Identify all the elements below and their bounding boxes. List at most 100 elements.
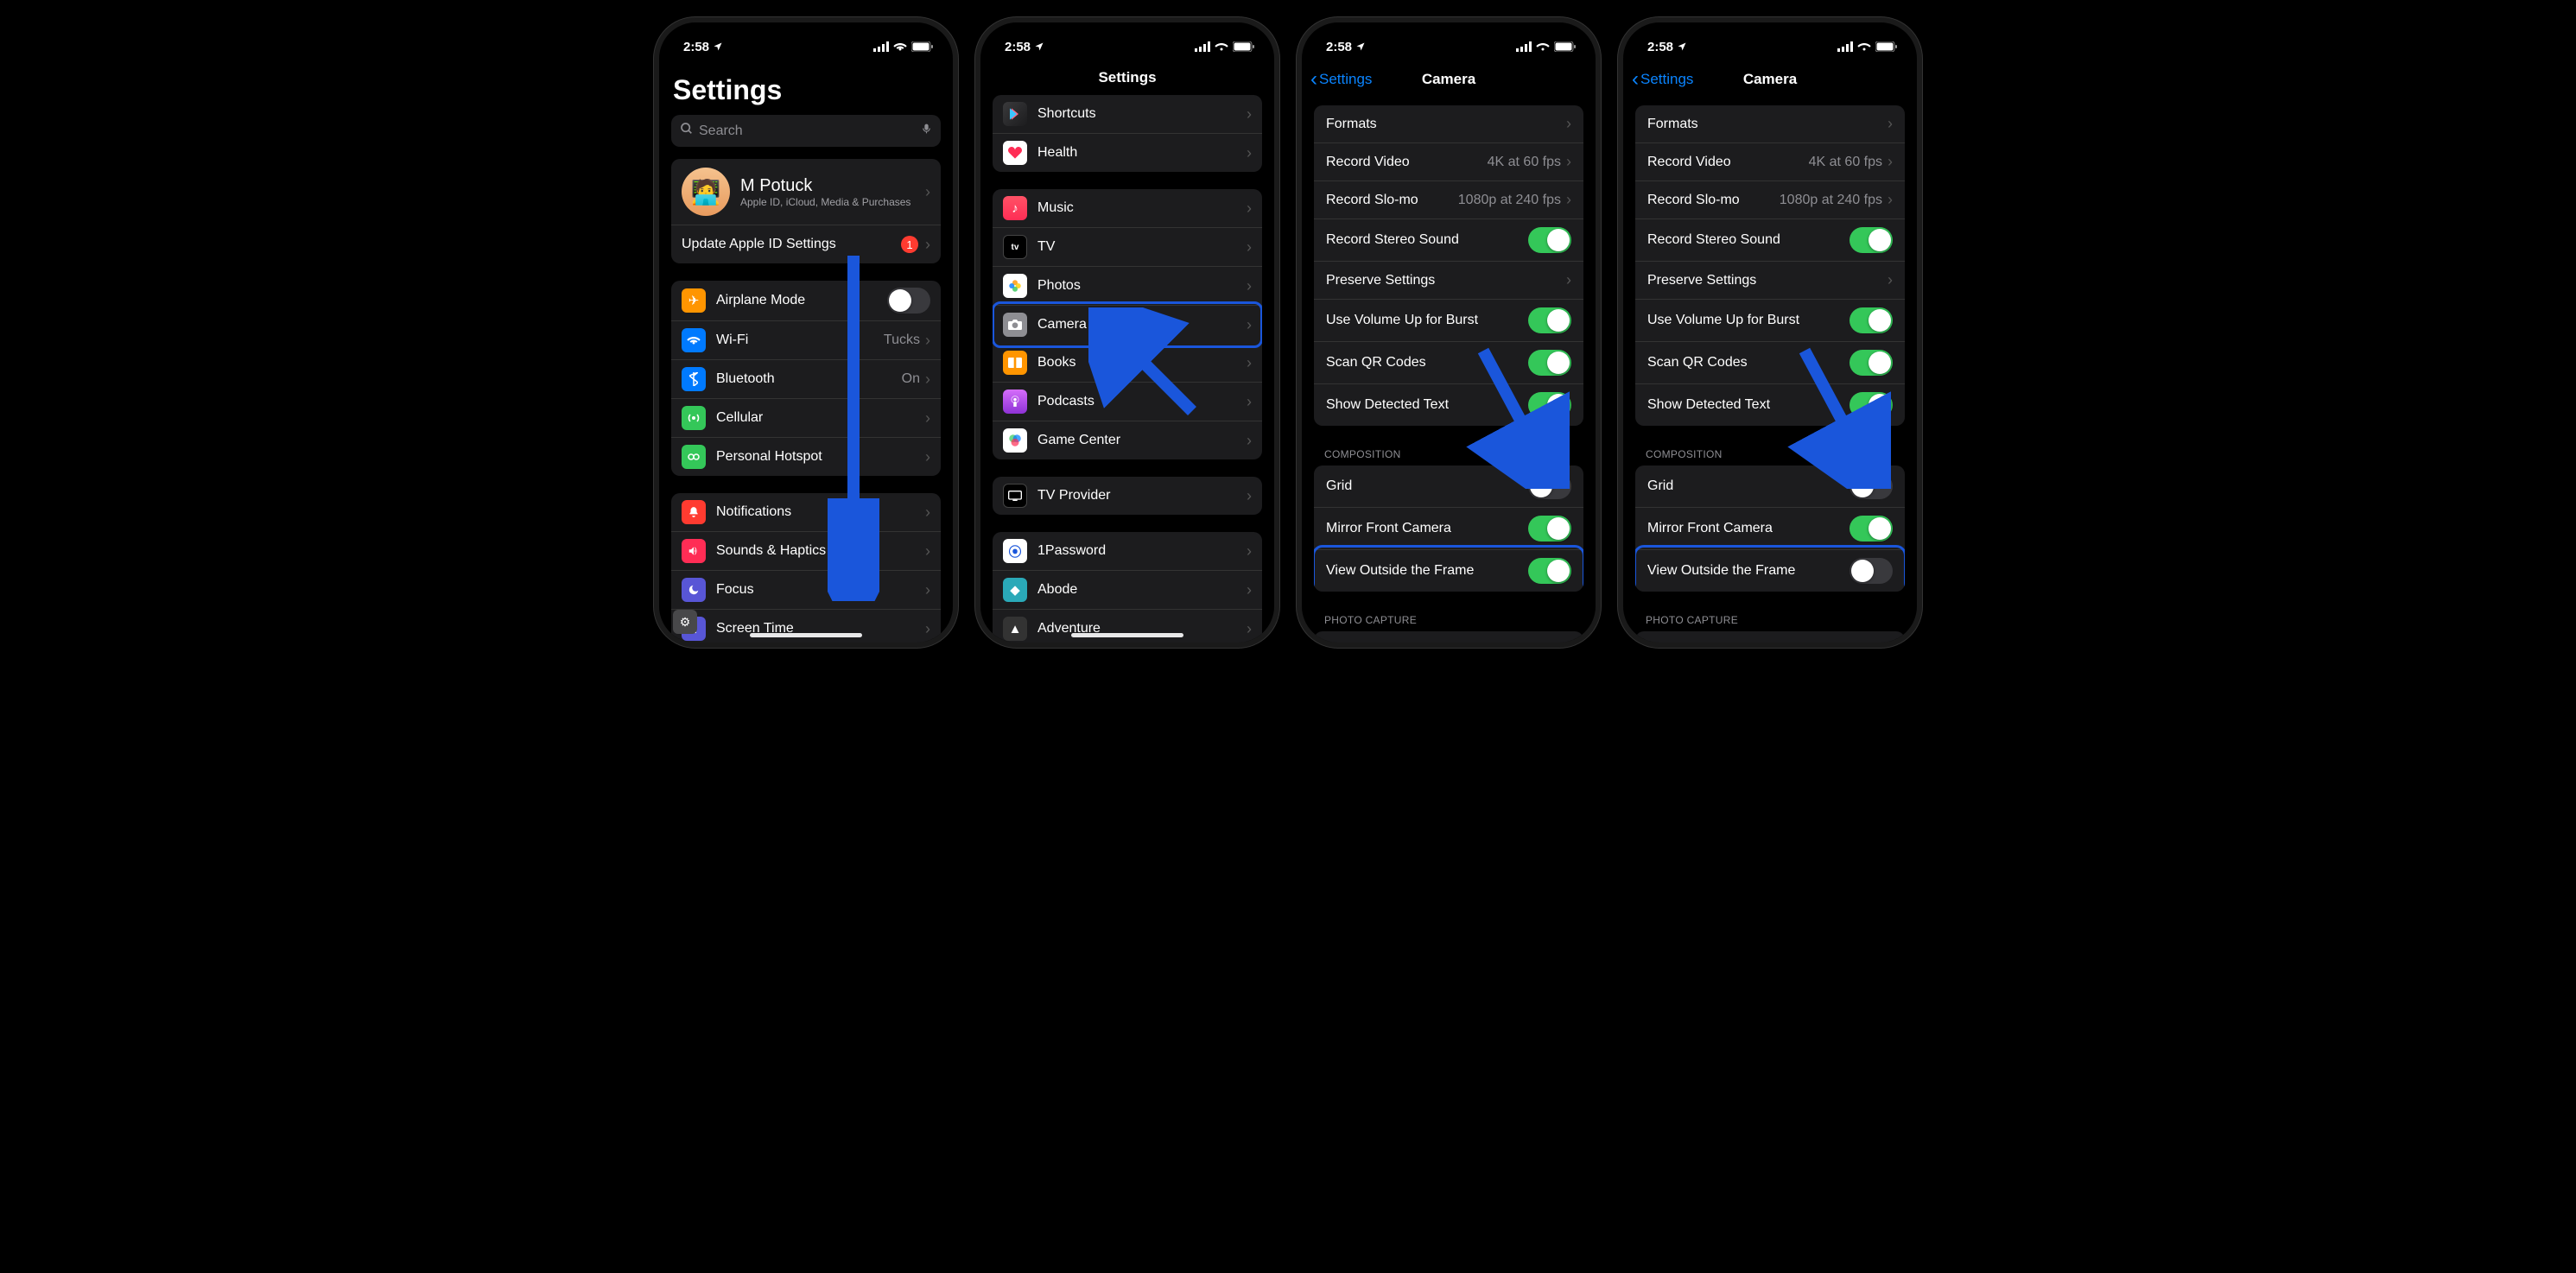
- detected-text-toggle[interactable]: [1850, 392, 1893, 418]
- grid-row[interactable]: Grid: [1314, 466, 1583, 508]
- volume-burst-row[interactable]: Use Volume Up for Burst: [1635, 300, 1905, 342]
- detected-text-toggle[interactable]: [1528, 392, 1571, 418]
- chevron-right-icon: ›: [1247, 354, 1252, 372]
- stereo-toggle[interactable]: [1528, 227, 1571, 253]
- chevron-right-icon: ›: [1247, 277, 1252, 295]
- detected-text-row[interactable]: Show Detected Text: [1314, 384, 1583, 426]
- battery-icon: [1875, 41, 1898, 52]
- wifi-icon: [682, 328, 706, 352]
- row-label: 1Password: [1037, 543, 1247, 559]
- airplane-toggle[interactable]: [887, 288, 930, 314]
- sounds-row[interactable]: Sounds & Haptics ›: [671, 532, 941, 571]
- notch: [1701, 22, 1839, 47]
- chevron-right-icon: ›: [925, 504, 930, 522]
- cellular-icon: [1195, 41, 1210, 52]
- volume-burst-toggle[interactable]: [1850, 307, 1893, 333]
- focus-row[interactable]: Focus ›: [671, 571, 941, 610]
- scan-qr-toggle[interactable]: [1850, 350, 1893, 376]
- chevron-right-icon: ›: [925, 236, 930, 254]
- chevron-right-icon: ›: [1247, 542, 1252, 560]
- record-slomo-row[interactable]: Record Slo-mo1080p at 240 fps›: [1314, 181, 1583, 219]
- view-outside-toggle[interactable]: [1850, 558, 1893, 584]
- grid-toggle[interactable]: [1850, 473, 1893, 499]
- stereo-toggle[interactable]: [1850, 227, 1893, 253]
- scan-qr-row[interactable]: Scan QR Codes: [1635, 342, 1905, 384]
- battery-icon: [1233, 41, 1255, 52]
- volume-burst-toggle[interactable]: [1528, 307, 1571, 333]
- row-label: Shortcuts: [1037, 106, 1247, 122]
- app-row[interactable]: ⦿ 1Password ›: [993, 532, 1262, 571]
- scan-qr-toggle[interactable]: [1528, 350, 1571, 376]
- cellular-icon: [1516, 41, 1532, 52]
- mirror-toggle[interactable]: [1850, 516, 1893, 542]
- detected-text-row[interactable]: Show Detected Text: [1635, 384, 1905, 426]
- home-indicator[interactable]: [750, 633, 862, 637]
- airplane-mode-row[interactable]: ✈︎ Airplane Mode: [671, 281, 941, 321]
- row-label: Mirror Front Camera: [1647, 521, 1850, 536]
- capture-header: PHOTO CAPTURE: [1623, 609, 1917, 631]
- health-row[interactable]: Health ›: [993, 134, 1262, 172]
- row-detail: Tucks: [884, 332, 920, 348]
- row-label: Photos: [1037, 278, 1247, 294]
- view-outside-frame-row[interactable]: View Outside the Frame: [1314, 550, 1583, 592]
- podcasts-row[interactable]: Podcasts ›: [993, 383, 1262, 421]
- formats-row[interactable]: Formats›: [1314, 105, 1583, 143]
- preserve-row[interactable]: Preserve Settings›: [1635, 262, 1905, 300]
- row-label: Scan QR Codes: [1326, 355, 1528, 370]
- books-row[interactable]: Books ›: [993, 344, 1262, 383]
- volume-burst-row[interactable]: Use Volume Up for Burst: [1314, 300, 1583, 342]
- notifications-row[interactable]: Notifications ›: [671, 493, 941, 532]
- nav-title: Camera: [1422, 71, 1475, 88]
- chevron-right-icon: ›: [925, 542, 930, 560]
- bluetooth-row[interactable]: Bluetooth On ›: [671, 360, 941, 399]
- row-label: Preserve Settings: [1647, 273, 1888, 288]
- camera-row[interactable]: Camera ›: [993, 306, 1262, 344]
- home-indicator[interactable]: [1071, 633, 1183, 637]
- tv-row[interactable]: tv TV ›: [993, 228, 1262, 267]
- wifi-row[interactable]: Wi-Fi Tucks ›: [671, 321, 941, 360]
- photographic-styles-row[interactable]: Photographic Styles: [1635, 631, 1905, 643]
- app-row[interactable]: ▲ Adventure ›: [993, 610, 1262, 643]
- preserve-row[interactable]: Preserve Settings›: [1314, 262, 1583, 300]
- photographic-styles-row[interactable]: Photographic Styles: [1314, 631, 1583, 643]
- row-label: Airplane Mode: [716, 293, 887, 308]
- row-label: TV: [1037, 239, 1247, 255]
- mirror-row[interactable]: Mirror Front Camera: [1314, 508, 1583, 550]
- back-button[interactable]: ‹ Settings: [1632, 69, 1693, 90]
- stereo-row[interactable]: Record Stereo Sound: [1314, 219, 1583, 262]
- wifi-icon: [1215, 41, 1228, 52]
- formats-row[interactable]: Formats›: [1635, 105, 1905, 143]
- shortcuts-row[interactable]: Shortcuts ›: [993, 95, 1262, 134]
- app-row[interactable]: ◆ Abode ›: [993, 571, 1262, 610]
- view-outside-toggle[interactable]: [1528, 558, 1571, 584]
- chevron-right-icon: ›: [1247, 316, 1252, 334]
- record-video-row[interactable]: Record Video4K at 60 fps›: [1314, 143, 1583, 181]
- scan-qr-row[interactable]: Scan QR Codes: [1314, 342, 1583, 384]
- stereo-row[interactable]: Record Stereo Sound: [1635, 219, 1905, 262]
- row-label: Record Stereo Sound: [1326, 232, 1528, 248]
- tvprovider-row[interactable]: TV Provider ›: [993, 477, 1262, 515]
- apple-id-row[interactable]: 🧑‍💻 M Potuck Apple ID, iCloud, Media & P…: [671, 159, 941, 225]
- photos-row[interactable]: Photos ›: [993, 267, 1262, 306]
- view-outside-frame-row[interactable]: View Outside the Frame: [1635, 550, 1905, 592]
- mirror-row[interactable]: Mirror Front Camera: [1635, 508, 1905, 550]
- record-video-row[interactable]: Record Video4K at 60 fps›: [1635, 143, 1905, 181]
- update-apple-id-row[interactable]: Update Apple ID Settings 1 ›: [671, 225, 941, 263]
- grid-toggle[interactable]: [1528, 473, 1571, 499]
- chevron-right-icon: ›: [1888, 191, 1893, 209]
- cellular-row[interactable]: Cellular ›: [671, 399, 941, 438]
- mirror-toggle[interactable]: [1528, 516, 1571, 542]
- search-input[interactable]: Search: [671, 115, 941, 147]
- screen-time-row[interactable]: Screen Time ›: [671, 610, 941, 643]
- record-slomo-row[interactable]: Record Slo-mo1080p at 240 fps›: [1635, 181, 1905, 219]
- apple-apps-group-2: ♪ Music › tv TV › Photos ›: [993, 189, 1262, 459]
- back-button[interactable]: ‹ Settings: [1310, 69, 1372, 90]
- airplane-icon: ✈︎: [682, 288, 706, 313]
- music-row[interactable]: ♪ Music ›: [993, 189, 1262, 228]
- gamecenter-row[interactable]: Game Center ›: [993, 421, 1262, 459]
- notch: [1058, 22, 1196, 47]
- back-label: Settings: [1319, 71, 1372, 88]
- hotspot-row[interactable]: Personal Hotspot ›: [671, 438, 941, 476]
- page-title: Settings: [659, 60, 953, 115]
- grid-row[interactable]: Grid: [1635, 466, 1905, 508]
